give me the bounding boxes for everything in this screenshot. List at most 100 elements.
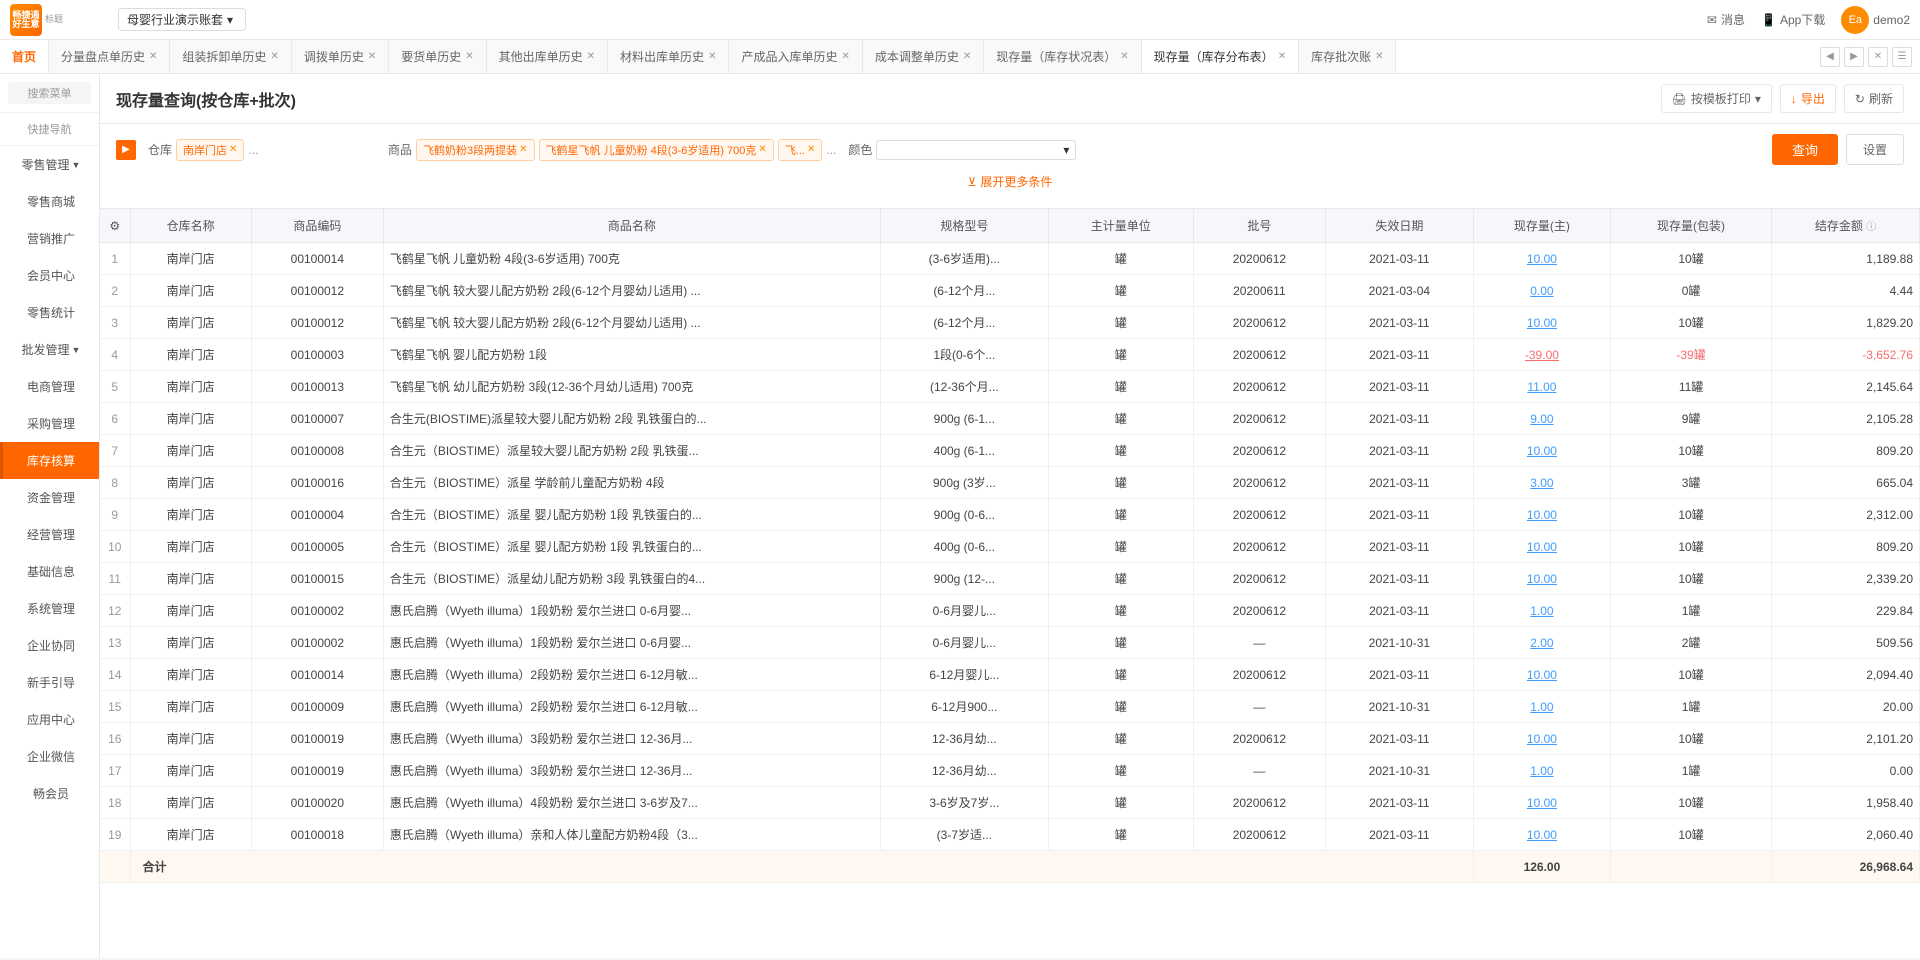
refresh-btn[interactable]: ↻ 刷新	[1844, 84, 1904, 113]
cell-qty-main[interactable]: 10.00	[1473, 435, 1610, 467]
cell-qty-main[interactable]: 10.00	[1473, 531, 1610, 563]
goods-tag-2-remove[interactable]: ✕	[758, 144, 766, 155]
print-btn[interactable]: 🖨 按模板打印 ▾	[1661, 84, 1772, 113]
tab-yaohuo[interactable]: 要货单历史 ✕	[389, 40, 486, 73]
app-download-btn[interactable]: 📱 App下载	[1761, 11, 1825, 28]
amount-info-icon[interactable]: ⓘ	[1866, 218, 1876, 233]
query-btn[interactable]: 查询	[1772, 134, 1838, 165]
cell-qty-main[interactable]: 2.00	[1473, 627, 1610, 659]
cell-qty-main[interactable]: 3.00	[1473, 467, 1610, 499]
tab-kupizhang-close[interactable]: ✕	[1375, 51, 1383, 62]
cell-unit: 罐	[1048, 819, 1193, 851]
tab-cailiao[interactable]: 材料出库单历史 ✕	[608, 40, 729, 73]
goods-tag-2[interactable]: 飞鹤星飞帆 儿童奶粉 4段(3-6岁适用) 700克 ✕	[539, 139, 774, 161]
table-wrap: ⚙ 仓库名称 商品编码 商品名称 规格型号 主计量单位 批号 失效日期 现存量(…	[100, 209, 1920, 958]
tab-qita[interactable]: 其他出库单历史 ✕	[487, 40, 608, 73]
cell-qty-main[interactable]: 0.00	[1473, 275, 1610, 307]
account-selector[interactable]: 母婴行业演示账套 ▾	[118, 8, 246, 31]
cell-qty-main[interactable]: 10.00	[1473, 499, 1610, 531]
sidebar-item-retail-mall[interactable]: 零售商城	[0, 183, 99, 220]
cell-qty-main[interactable]: 10.00	[1473, 819, 1610, 851]
sidebar-item-finance[interactable]: 资金管理	[0, 479, 99, 516]
cell-qty-main[interactable]: 1.00	[1473, 691, 1610, 723]
tab-chanpin-close[interactable]: ✕	[841, 51, 849, 62]
expand-more-btn[interactable]: ⊻ 展开更多条件	[116, 173, 1904, 190]
cell-qty-main[interactable]: 1.00	[1473, 595, 1610, 627]
messages-btn[interactable]: ✉ 消息	[1707, 11, 1745, 28]
tab-zuchai[interactable]: 组装拆卸单历史 ✕	[170, 40, 291, 73]
cell-qty-main[interactable]: 11.00	[1473, 371, 1610, 403]
tab-prev-btn[interactable]: ◀	[1820, 47, 1840, 67]
color-input[interactable]: ▾	[876, 140, 1076, 160]
settings-btn[interactable]: 设置	[1846, 134, 1904, 165]
sidebar-item-appcenter[interactable]: 应用中心	[0, 701, 99, 738]
cell-name: 惠氏启腾（Wyeth illuma）3段奶粉 爱尔兰进口 12-36月...	[383, 755, 880, 787]
sidebar-item-enterprise-wx[interactable]: 企业微信	[0, 738, 99, 775]
tab-chanpin[interactable]: 产成品入库单历史 ✕	[729, 40, 862, 73]
tab-qita-close[interactable]: ✕	[587, 51, 595, 62]
search-menu-btn[interactable]: 搜索菜单	[8, 82, 91, 104]
tab-chengben[interactable]: 成本调整单历史 ✕	[863, 40, 984, 73]
export-btn[interactable]: ↓ 导出	[1780, 84, 1836, 113]
goods-tag-1-remove[interactable]: ✕	[519, 144, 527, 155]
tab-fenpan-close[interactable]: ✕	[149, 51, 157, 62]
tab-close-current-btn[interactable]: ✕	[1868, 47, 1888, 67]
cell-qty-main[interactable]: 10.00	[1473, 563, 1610, 595]
sidebar-item-member[interactable]: 会员中心	[0, 257, 99, 294]
warehouse-tag-nanpan[interactable]: 南岸门店 ✕	[176, 139, 244, 161]
cell-qty-main[interactable]: 9.00	[1473, 403, 1610, 435]
cell-qty-main[interactable]: 10.00	[1473, 787, 1610, 819]
tab-next-btn[interactable]: ▶	[1844, 47, 1864, 67]
cell-expire: 2021-03-11	[1325, 659, 1473, 691]
sidebar-item-wholesale[interactable]: 批发管理 ▼	[0, 331, 99, 368]
tab-kupizhang[interactable]: 库存批次账 ✕	[1299, 40, 1396, 73]
sidebar-item-vip[interactable]: 畅会员	[0, 775, 99, 812]
sidebar-item-purchase[interactable]: 采购管理	[0, 405, 99, 442]
cell-qty-main[interactable]: 10.00	[1473, 723, 1610, 755]
warehouse-more-icon[interactable]: ...	[248, 143, 258, 157]
goods-tag-1[interactable]: 飞鹤奶粉3段两提装 ✕	[416, 139, 535, 161]
goods-more-icon[interactable]: ...	[826, 143, 836, 157]
tab-menu-btn[interactable]: ☰	[1892, 47, 1912, 67]
tab-diaobo[interactable]: 调拨单历史 ✕	[292, 40, 389, 73]
tab-cailiao-close[interactable]: ✕	[708, 51, 716, 62]
filter-actions: 查询 设置	[1772, 134, 1904, 165]
sidebar-item-marketing[interactable]: 营销推广	[0, 220, 99, 257]
goods-tag-3[interactable]: 飞... ✕	[778, 139, 823, 161]
cell-qty-main[interactable]: 10.00	[1473, 659, 1610, 691]
sidebar-item-inventory[interactable]: 库存核算	[0, 442, 99, 479]
sidebar-item-retail-mgmt[interactable]: 零售管理 ▼	[0, 146, 99, 183]
cell-qty-pack: 1罐	[1611, 691, 1772, 723]
sidebar-item-retail-stats[interactable]: 零售统计	[0, 294, 99, 331]
cell-spec: 12-36月幼...	[880, 755, 1048, 787]
tab-yaohuo-close[interactable]: ✕	[465, 51, 473, 62]
cell-qty-main[interactable]: -39.00	[1473, 339, 1610, 371]
tab-fenpan[interactable]: 分量盘点单历史 ✕	[49, 40, 170, 73]
tab-xiancun1[interactable]: 现存量（库存状况表） ✕	[984, 40, 1141, 73]
tab-chengben-close[interactable]: ✕	[963, 51, 971, 62]
cell-qty-main[interactable]: 1.00	[1473, 755, 1610, 787]
sidebar-item-basics[interactable]: 基础信息	[0, 553, 99, 590]
sidebar-item-system[interactable]: 系统管理	[0, 590, 99, 627]
cell-qty-main[interactable]: 10.00	[1473, 307, 1610, 339]
user-profile[interactable]: Ea demo2	[1841, 6, 1910, 34]
sidebar-item-ecommerce[interactable]: 电商管理	[0, 368, 99, 405]
tab-xiancun2[interactable]: 现存量（库存分布表） ✕	[1142, 40, 1299, 73]
sidebar-item-enterprise[interactable]: 企业协同	[0, 627, 99, 664]
tab-home[interactable]: 首页	[0, 40, 49, 73]
col-settings-icon[interactable]: ⚙	[100, 209, 130, 243]
tab-diaobo-close[interactable]: ✕	[368, 51, 376, 62]
sidebar-item-guide[interactable]: 新手引导	[0, 664, 99, 701]
warehouse-tag-remove[interactable]: ✕	[229, 144, 237, 155]
cell-expire: 2021-03-11	[1325, 787, 1473, 819]
expand-arrow-btn[interactable]: ▶	[116, 140, 136, 160]
tab-xiancun1-close[interactable]: ✕	[1120, 51, 1128, 62]
tab-zuchai-close[interactable]: ✕	[270, 51, 278, 62]
sidebar-item-operations[interactable]: 经营管理	[0, 516, 99, 553]
sidebar-retail-stats-label: 零售统计	[27, 306, 75, 320]
tab-xiancun2-close[interactable]: ✕	[1278, 51, 1286, 62]
cell-qty-main[interactable]: 10.00	[1473, 243, 1610, 275]
shortcut-nav-btn[interactable]: 快捷导航	[8, 121, 91, 137]
cell-code: 00100012	[251, 275, 383, 307]
goods-tag-3-remove[interactable]: ✕	[807, 144, 815, 155]
